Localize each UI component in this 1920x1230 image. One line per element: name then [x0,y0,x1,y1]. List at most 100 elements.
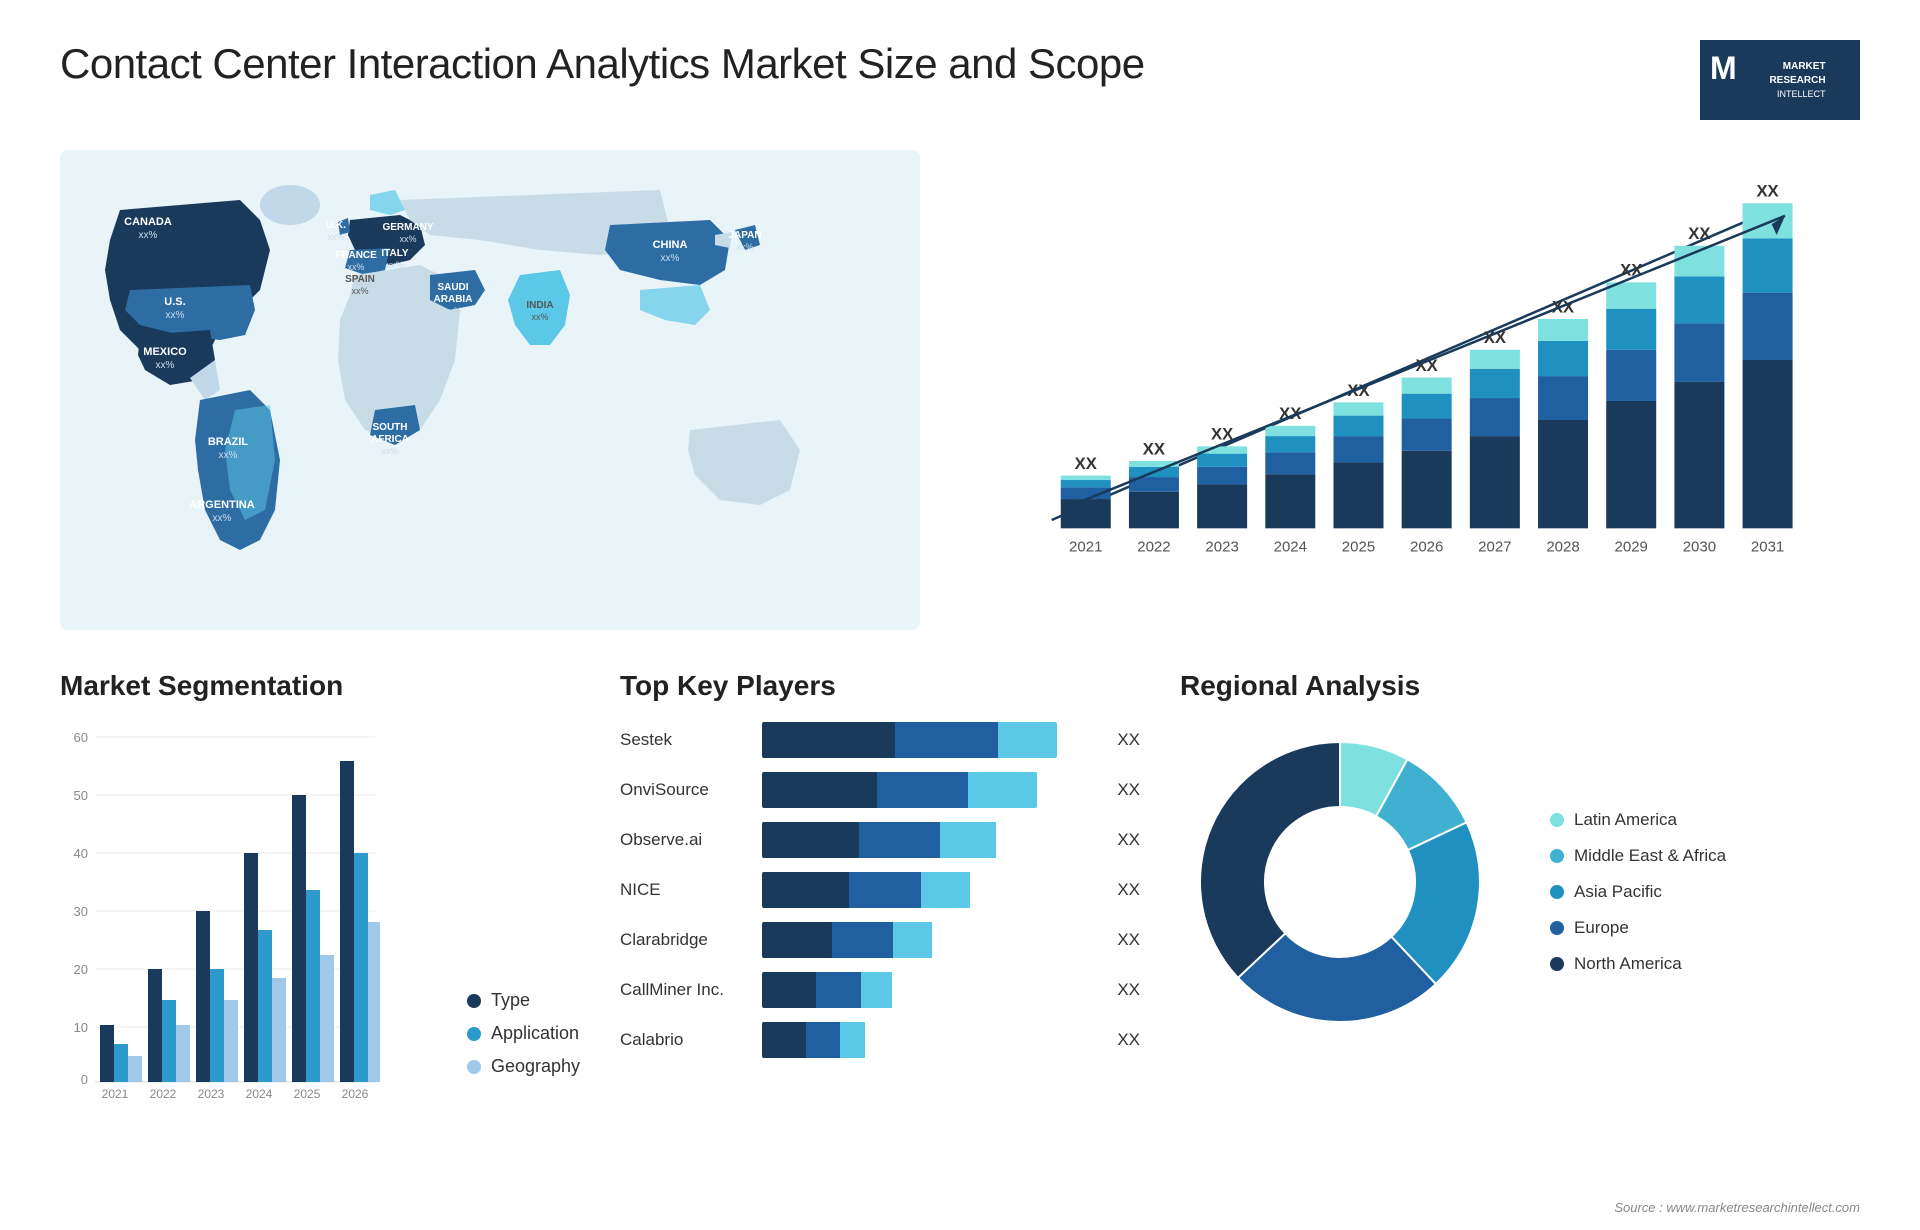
regional-legend-label: Latin America [1574,810,1677,830]
bar-segment [762,1022,806,1058]
svg-text:2028: 2028 [1546,539,1579,556]
svg-text:2026: 2026 [1410,539,1443,556]
svg-text:XX: XX [1688,224,1710,243]
player-bar-bg [762,822,1097,858]
regional-legend-label: Asia Pacific [1574,882,1662,902]
bar-segment [762,872,849,908]
svg-text:U.K.: U.K. [326,220,346,231]
regional-container: Regional Analysis Latin AmericaMiddle Ea… [1180,670,1860,1190]
seg-legend: Type Application Geography [467,990,580,1107]
legend-label-geography: Geography [491,1056,580,1077]
logo-box: M MARKET RESEARCH INTELLECT [1700,40,1860,120]
logo-letter: M [1710,50,1737,87]
regional-legend-dot [1550,813,1564,827]
player-row: Calabrio XX [620,1022,1140,1058]
seg-chart-area: 60 50 40 30 20 10 0 [60,722,580,1107]
bar-segment [921,872,969,908]
player-row: NICE XX [620,872,1140,908]
svg-text:0: 0 [81,1072,88,1087]
regional-legend-label: Europe [1574,918,1629,938]
bar-segment [840,1022,864,1058]
svg-text:GERMANY: GERMANY [382,222,433,233]
bar-chart-container: XX2021XX2022XX2023XX2024XX2025XX2026XX20… [960,150,1860,630]
svg-text:xx%: xx% [327,232,344,242]
player-row: OnviSource XX [620,772,1140,808]
bar-segment [762,922,832,958]
svg-text:xx%: xx% [351,286,368,296]
svg-text:XX: XX [1620,261,1642,280]
bar-segment [861,972,892,1008]
svg-text:SPAIN: SPAIN [345,274,375,285]
legend-item-geography: Geography [467,1056,580,1077]
svg-text:20: 20 [74,962,88,977]
bar-segment [895,722,998,758]
svg-text:2026: 2026 [342,1087,369,1101]
page-title: Contact Center Interaction Analytics Mar… [60,40,1145,88]
player-row: CallMiner Inc.XX [620,972,1140,1008]
players-list: SestekXXOnviSourceXXObserve.aiXXNICEXXCl… [620,722,1140,1058]
donut-area: Latin AmericaMiddle East & AfricaAsia Pa… [1180,722,1860,1062]
donut-svg [1180,722,1520,1062]
svg-text:FRANCE: FRANCE [335,250,377,261]
top-section: CANADA xx% U.S. xx% MEXICO xx% BRAZIL xx… [60,150,1860,630]
bar-segment [893,922,932,958]
player-bar-bg [762,722,1097,758]
svg-text:SAUDI: SAUDI [437,282,468,293]
regional-legend: Latin AmericaMiddle East & AfricaAsia Pa… [1550,810,1726,974]
svg-text:U.S.: U.S. [164,296,185,308]
header: Contact Center Interaction Analytics Mar… [60,40,1860,120]
svg-text:XX: XX [1143,439,1165,458]
regional-legend-dot [1550,885,1564,899]
svg-text:MEXICO: MEXICO [143,346,187,358]
svg-text:10: 10 [74,1020,88,1035]
svg-text:2021: 2021 [1069,539,1102,556]
legend-dot-application [467,1027,481,1041]
bar-segment [940,822,996,858]
player-name: OnviSource [620,780,750,800]
bar-segment [762,772,877,808]
logo-container: M MARKET RESEARCH INTELLECT [1700,40,1860,120]
svg-text:2027: 2027 [1478,539,1511,556]
player-row: Observe.aiXX [620,822,1140,858]
svg-text:SOUTH: SOUTH [373,422,408,433]
svg-text:2022: 2022 [1137,539,1170,556]
player-value: XX [1117,780,1140,800]
svg-text:BRAZIL: BRAZIL [208,436,249,448]
bar-chart-svg: XX2021XX2022XX2023XX2024XX2025XX2026XX20… [980,170,1840,570]
bar-segment [832,922,893,958]
svg-text:60: 60 [74,730,88,745]
page-container: Contact Center Interaction Analytics Mar… [0,0,1920,1230]
player-bar-bg [762,772,1097,808]
svg-text:50: 50 [74,788,88,803]
svg-text:JAPAN: JAPAN [728,230,761,241]
player-value: XX [1117,1030,1140,1050]
player-name: NICE [620,880,750,900]
regional-legend-item: Europe [1550,918,1726,938]
player-name: Calabrio [620,1030,750,1050]
svg-text:xx%: xx% [213,513,232,524]
player-value: XX [1117,880,1140,900]
player-value: XX [1117,730,1140,750]
svg-text:XX: XX [1075,454,1097,473]
player-row: Sestek XX [620,722,1140,758]
player-name: Sestek [620,730,750,750]
svg-text:xx%: xx% [219,450,238,461]
player-row: ClarabridgeXX [620,922,1140,958]
seg-chart-svg: 60 50 40 30 20 10 0 [60,722,380,1102]
logo-text: MARKET RESEARCH INTELLECT [1769,60,1825,101]
svg-text:40: 40 [74,846,88,861]
bar-segment [849,872,921,908]
player-name: Observe.ai [620,830,750,850]
svg-text:xx%: xx% [661,253,680,264]
svg-text:2023: 2023 [1205,539,1238,556]
bar-segment [968,772,1037,808]
canada-label: CANADA [124,216,172,228]
regional-legend-item: Latin America [1550,810,1726,830]
svg-text:2024: 2024 [246,1087,273,1101]
world-map-svg: CANADA xx% U.S. xx% MEXICO xx% BRAZIL xx… [60,150,920,630]
player-value: XX [1117,930,1140,950]
svg-text:30: 30 [74,904,88,919]
player-bar-bg [762,1022,1097,1058]
svg-text:2029: 2029 [1615,539,1648,556]
svg-text:INDIA: INDIA [526,300,553,311]
